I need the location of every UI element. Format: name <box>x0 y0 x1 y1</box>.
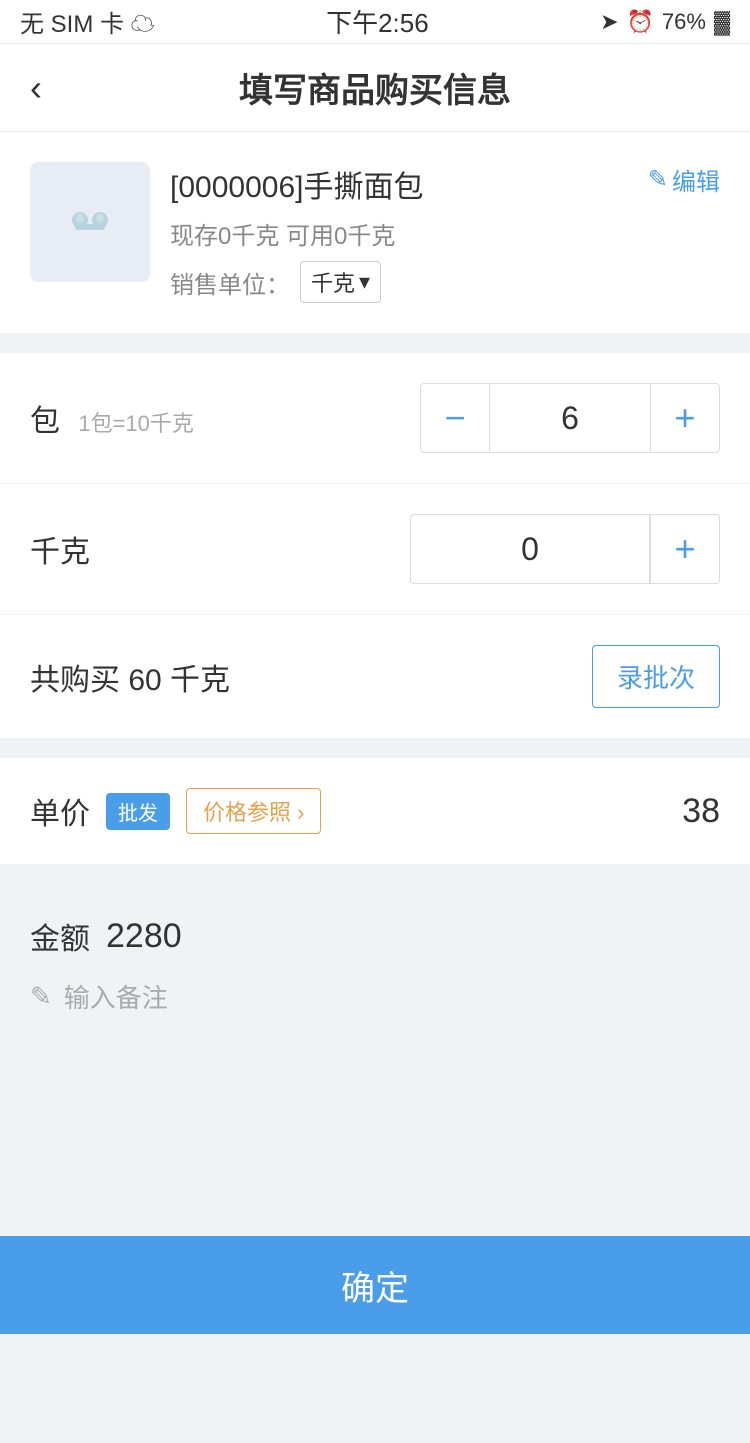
location-icon: ➤ <box>600 9 618 35</box>
battery-icon: ▓ <box>714 9 730 35</box>
edit-button[interactable]: ✎ 编辑 <box>648 162 720 197</box>
price-type-tag: 批发 <box>106 793 170 830</box>
note-row[interactable]: ✎ 输入备注 <box>30 978 720 1015</box>
amount-row: 金额 2280 <box>30 914 720 958</box>
product-image <box>30 162 150 282</box>
bag-quantity-input[interactable] <box>490 383 650 453</box>
kg-label: 千克 <box>30 527 410 571</box>
bag-hint: 1包=10千克 <box>78 411 194 436</box>
sim-status: 无 SIM 卡 ☁ <box>20 4 155 39</box>
price-value: 38 <box>682 792 720 831</box>
amount-value: 2280 <box>106 917 182 956</box>
bag-qty-row: 包 1包=10千克 − + <box>0 353 750 484</box>
unit-label: 销售单位： <box>170 265 290 300</box>
status-right: ➤ ⏰ 76% ▓ <box>600 9 730 35</box>
unit-select[interactable]: 千克 ▾ <box>300 261 381 303</box>
confirm-button[interactable]: 确定 <box>341 1261 409 1310</box>
kg-quantity-input[interactable] <box>410 514 650 584</box>
amount-section: 金额 2280 ✎ 输入备注 <box>0 884 750 1045</box>
price-reference-button[interactable]: 价格参照 › <box>186 788 321 834</box>
status-time: 下午2:56 <box>326 3 429 40</box>
batch-record-button[interactable]: 录批次 <box>592 645 720 708</box>
amount-label: 金额 <box>30 914 90 958</box>
product-name: [0000006]手撕面包 <box>170 162 423 206</box>
dropdown-icon: ▾ <box>359 269 370 295</box>
summary-row: 共购买 60 千克 录批次 <box>0 615 750 738</box>
price-row: 单价 批发 价格参照 › 38 <box>30 788 720 834</box>
product-card: [0000006]手撕面包 ✎ 编辑 现存0千克 可用0千克 销售单位： 千克 … <box>0 132 750 333</box>
edit-label: 编辑 <box>672 162 720 197</box>
nav-bar: ‹ 填写商品购买信息 <box>0 44 750 132</box>
note-placeholder: 输入备注 <box>64 978 168 1015</box>
back-button[interactable]: ‹ <box>30 67 42 109</box>
edit-icon: ✎ <box>648 165 668 194</box>
total-qty-text: 共购买 60 千克 <box>30 655 592 699</box>
product-info: [0000006]手撕面包 ✎ 编辑 现存0千克 可用0千克 销售单位： 千克 … <box>170 162 720 303</box>
price-label: 单价 <box>30 789 90 833</box>
product-logo-icon <box>60 192 120 252</box>
product-stock: 现存0千克 可用0千克 <box>170 216 720 251</box>
alarm-icon: ⏰ <box>627 9 654 35</box>
bag-increase-button[interactable]: + <box>650 383 720 453</box>
page-title: 填写商品购买信息 <box>239 63 511 112</box>
product-unit: 销售单位： 千克 ▾ <box>170 261 720 303</box>
bag-decrease-button[interactable]: − <box>420 383 490 453</box>
status-bar: 无 SIM 卡 ☁ 下午2:56 ➤ ⏰ 76% ▓ <box>0 0 750 44</box>
unit-value: 千克 <box>311 266 355 298</box>
quantity-section: 包 1包=10千克 − + 千克 + 共购买 60 千克 录批次 <box>0 353 750 738</box>
confirm-bar[interactable]: 确定 <box>0 1236 750 1334</box>
bag-label: 包 1包=10千克 <box>30 396 420 440</box>
price-section: 单价 批发 价格参照 › 38 <box>0 758 750 864</box>
status-left: 无 SIM 卡 ☁ <box>20 4 155 39</box>
kg-increase-button[interactable]: + <box>650 514 720 584</box>
note-icon: ✎ <box>30 981 52 1012</box>
kg-qty-row: 千克 + <box>0 484 750 615</box>
battery-level: 76% <box>662 9 706 35</box>
